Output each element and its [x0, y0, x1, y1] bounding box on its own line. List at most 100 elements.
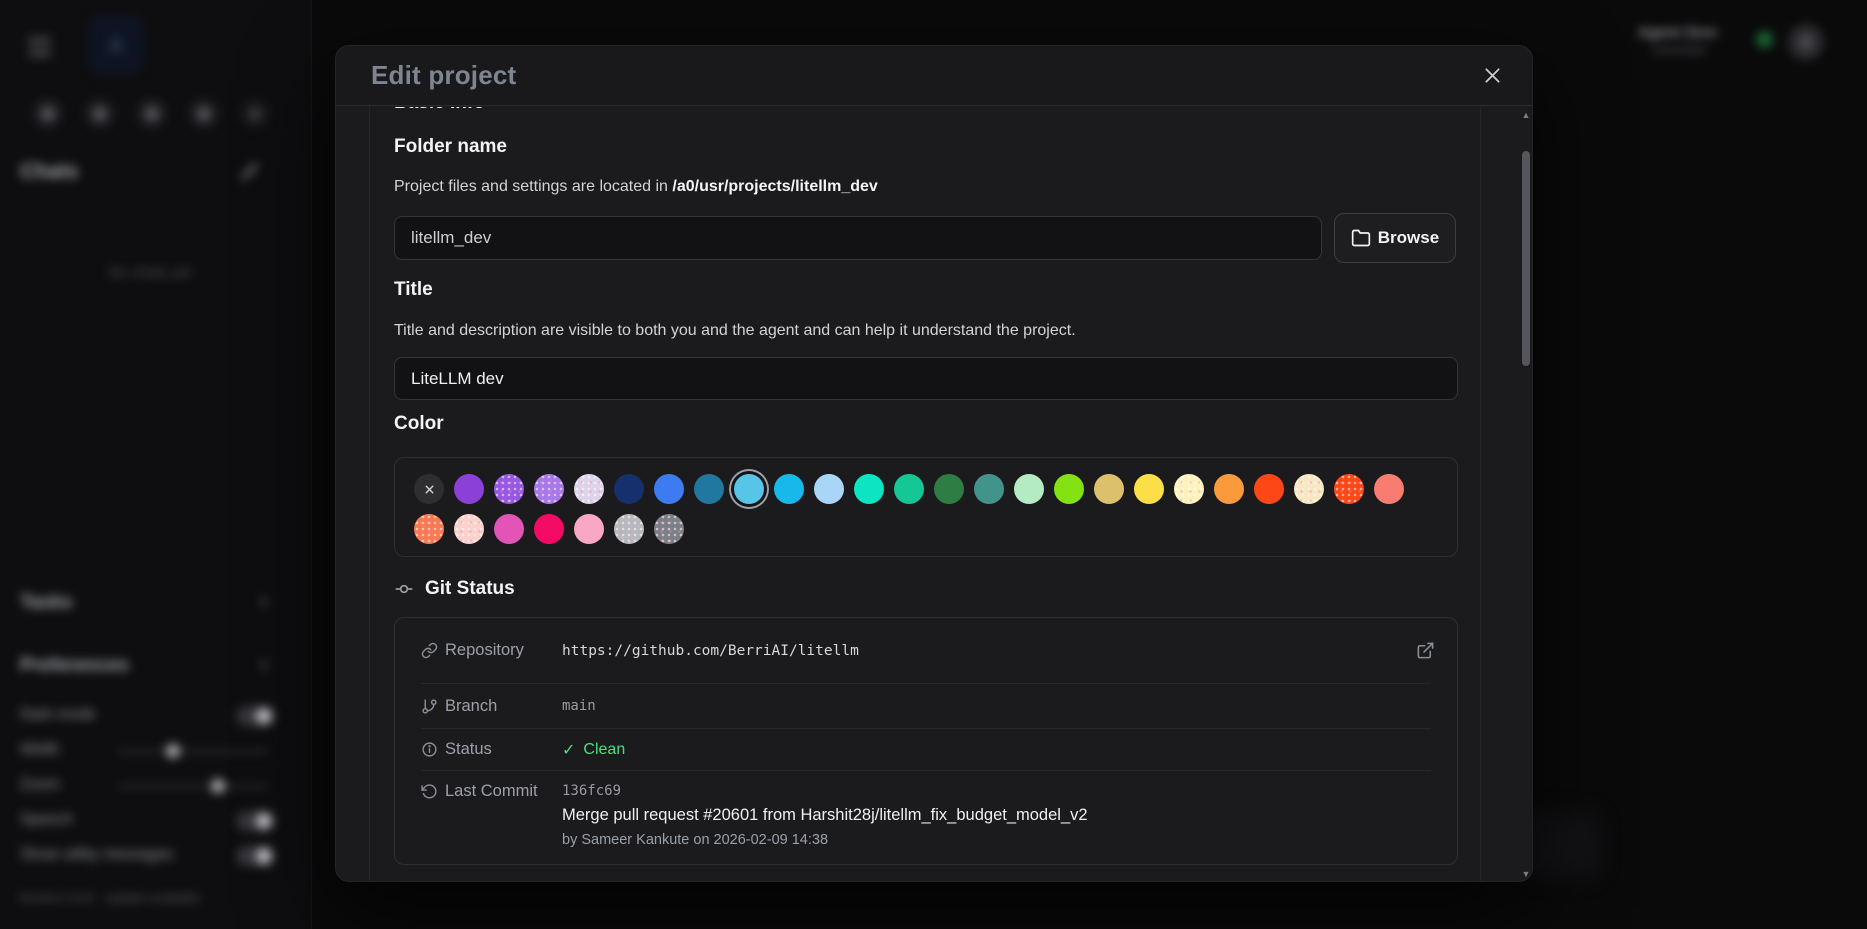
- folder-name-input[interactable]: [394, 216, 1322, 260]
- title-heading: Title: [394, 279, 1459, 301]
- close-icon[interactable]: [1476, 60, 1508, 92]
- repository-url: https://github.com/BerriAI/litellm: [562, 643, 859, 659]
- status-clean-badge: ✓Clean: [562, 740, 625, 760]
- connection-subtitle: connected: [1652, 45, 1705, 57]
- scrollbar-thumb[interactable]: [1522, 151, 1530, 366]
- color-swatch[interactable]: [1094, 474, 1124, 504]
- info-icon: [421, 741, 438, 758]
- color-swatch[interactable]: [534, 514, 564, 544]
- external-link-icon[interactable]: [1416, 641, 1435, 660]
- user-icon: [1796, 32, 1816, 52]
- preferences-chevron-icon[interactable]: ›: [260, 651, 267, 677]
- color-swatch[interactable]: [454, 474, 484, 504]
- folder-description: Project files and settings are located i…: [394, 176, 1459, 197]
- color-swatch[interactable]: [854, 474, 884, 504]
- check-icon: ✓: [562, 740, 575, 760]
- color-swatch[interactable]: [894, 474, 924, 504]
- color-swatch[interactable]: [1294, 474, 1324, 504]
- color-swatch[interactable]: [1374, 474, 1404, 504]
- color-picker: [394, 457, 1458, 557]
- color-swatch[interactable]: [534, 474, 564, 504]
- color-swatch-row-1: [414, 474, 1438, 504]
- status-label: Status: [445, 740, 492, 759]
- robot-icon: [104, 33, 128, 57]
- preferences-section-header[interactable]: Preferences: [20, 655, 129, 677]
- color-swatch[interactable]: [1134, 474, 1164, 504]
- color-swatch[interactable]: [574, 514, 604, 544]
- color-swatch[interactable]: [654, 514, 684, 544]
- title-description: Title and description are visible to bot…: [394, 320, 1459, 341]
- color-swatch[interactable]: [934, 474, 964, 504]
- new-chat-icon[interactable]: [240, 160, 262, 187]
- zoom-slider[interactable]: [118, 785, 268, 788]
- color-swatch[interactable]: [494, 514, 524, 544]
- sidebar: Chats No chats yet Tasks › Preferences ›…: [0, 0, 312, 929]
- color-swatch[interactable]: [1254, 474, 1284, 504]
- app-logo[interactable]: [88, 16, 143, 74]
- utility-messages-label: Show utility messages: [20, 846, 173, 864]
- chats-heading: Chats: [20, 160, 78, 184]
- home-icon[interactable]: [33, 99, 62, 128]
- browse-button[interactable]: Browse: [1334, 213, 1456, 263]
- git-status-row: Status ✓Clean: [395, 729, 1457, 770]
- color-swatch[interactable]: [774, 474, 804, 504]
- connection-name: Agent Zero: [1638, 24, 1717, 41]
- commit-hash: 136fc69: [562, 783, 1088, 799]
- tasks-section-header[interactable]: Tasks: [20, 592, 72, 614]
- color-swatch[interactable]: [614, 474, 644, 504]
- width-label: Width: [20, 741, 60, 759]
- color-swatch[interactable]: [1334, 474, 1364, 504]
- git-last-commit-row: Last Commit 136fc69 Merge pull request #…: [395, 771, 1457, 865]
- dark-mode-label: Dark mode: [20, 706, 96, 724]
- color-swatch[interactable]: [574, 474, 604, 504]
- speech-toggle[interactable]: [236, 811, 274, 831]
- settings-icon[interactable]: [189, 99, 218, 128]
- tasks-chevron-icon[interactable]: ›: [260, 588, 267, 614]
- color-swatch[interactable]: [654, 474, 684, 504]
- status-online-indicator: [1756, 31, 1773, 48]
- utility-messages-toggle[interactable]: [236, 846, 274, 866]
- speech-label: Speech: [20, 811, 73, 829]
- color-swatch[interactable]: [694, 474, 724, 504]
- top-bar-right: Agent Zero connected: [1560, 0, 1867, 90]
- color-swatch[interactable]: [414, 514, 444, 544]
- git-commit-icon: [394, 579, 414, 599]
- color-swatch[interactable]: [814, 474, 844, 504]
- title-input[interactable]: [394, 357, 1458, 400]
- modal-body: Basic Info Folder name Project files and…: [369, 107, 1481, 881]
- scrollbar-up-icon[interactable]: ▲: [1516, 110, 1536, 120]
- branch-value: main: [562, 698, 596, 714]
- dark-mode-toggle[interactable]: [236, 706, 274, 726]
- more-icon[interactable]: [240, 99, 269, 128]
- last-commit-label: Last Commit: [445, 782, 538, 801]
- color-swatch[interactable]: [494, 474, 524, 504]
- x-icon: [423, 483, 436, 496]
- color-swatch-row-2: [414, 514, 1438, 544]
- git-branch-row: Branch main: [395, 684, 1457, 728]
- color-swatch-none[interactable]: [414, 474, 444, 504]
- repository-label: Repository: [445, 641, 524, 660]
- color-heading: Color: [394, 413, 1459, 435]
- git-status-heading: Git Status: [394, 578, 1459, 600]
- app-root: Chats No chats yet Tasks › Preferences ›…: [0, 0, 1867, 929]
- files-icon[interactable]: [85, 99, 114, 128]
- scrollbar-down-icon[interactable]: ▼: [1516, 869, 1536, 879]
- folder-name-heading: Folder name: [394, 136, 1459, 158]
- project-path: /a0/usr/projects/litellm_dev: [672, 178, 877, 195]
- color-swatch[interactable]: [1214, 474, 1244, 504]
- color-swatch[interactable]: [1174, 474, 1204, 504]
- width-slider[interactable]: [118, 750, 268, 753]
- color-swatch[interactable]: [614, 514, 644, 544]
- color-swatch[interactable]: [974, 474, 1004, 504]
- color-swatch[interactable]: [454, 514, 484, 544]
- avatar[interactable]: [1788, 24, 1824, 60]
- color-swatch[interactable]: [1014, 474, 1044, 504]
- color-swatch-selected[interactable]: [734, 474, 764, 504]
- projects-icon[interactable]: [137, 99, 166, 128]
- modal-header: Edit project: [336, 46, 1532, 106]
- git-repository-row: Repository https://github.com/BerriAI/li…: [395, 618, 1457, 683]
- folder-input-row: Browse: [394, 213, 1459, 263]
- folder-icon: [1351, 228, 1371, 248]
- color-swatch[interactable]: [1054, 474, 1084, 504]
- menu-icon[interactable]: [28, 38, 51, 61]
